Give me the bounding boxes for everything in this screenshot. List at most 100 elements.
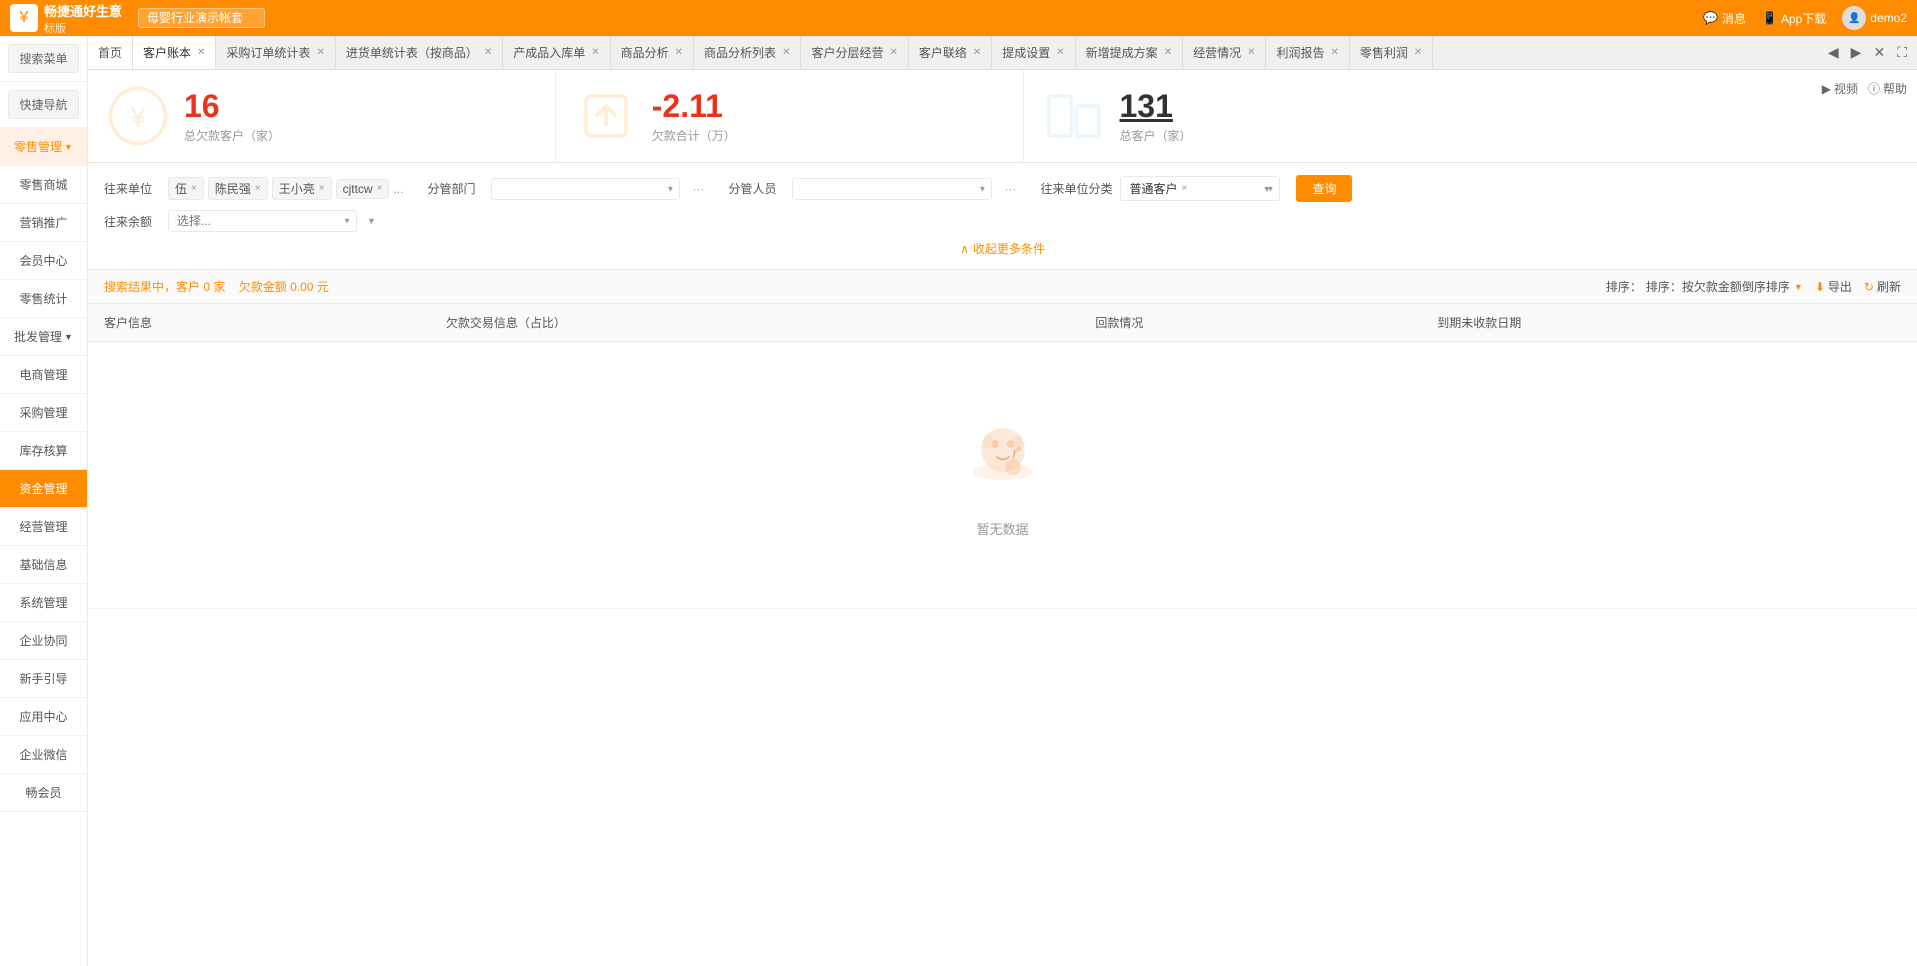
tab-purchase-order-stats[interactable]: 采购订单统计表 ✕ — [216, 36, 335, 70]
tab-close-inbound-stats[interactable]: ✕ — [484, 47, 492, 58]
empty-state: 暂无数据 — [104, 352, 1901, 598]
category-tag-close[interactable]: × — [1181, 183, 1187, 194]
chevron-down-icon-batch: ▼ — [64, 332, 73, 342]
tab-close-all-btn[interactable]: ✕ — [1869, 42, 1889, 63]
help-btn[interactable]: ⓘ 帮助 — [1868, 80, 1907, 97]
tab-product-analysis[interactable]: 商品分析 ✕ — [611, 36, 694, 70]
tab-promotion-settings[interactable]: 提成设置 ✕ — [992, 36, 1075, 70]
sidebar-item-new-guide[interactable]: 新手引导 — [0, 660, 87, 698]
tab-close-new-promotion[interactable]: ✕ — [1164, 47, 1172, 58]
message-btn[interactable]: 💬 消息 — [1703, 10, 1746, 27]
unit-tag-3: cjttcw × — [336, 179, 390, 199]
sidebar-item-basic-info[interactable]: 基础信息 — [0, 546, 87, 584]
tab-customer-segment[interactable]: 客户分层经营 ✕ — [801, 36, 908, 70]
tab-close-purchase-order-stats[interactable]: ✕ — [316, 47, 324, 58]
person-select-wrapper — [792, 178, 992, 200]
unit-tags: 伍 × 陈民强 × 王小亮 × cjttcw × — [168, 177, 403, 200]
balance-input[interactable] — [168, 210, 357, 232]
account-selector[interactable]: 母婴行业演示帐套 — [138, 8, 265, 28]
tab-close-promotion-settings[interactable]: ✕ — [1056, 47, 1064, 58]
th-customer-info: 客户信息 — [88, 304, 430, 342]
dept-input[interactable] — [491, 178, 680, 200]
sidebar: 搜索菜单 快捷导航 零售管理 ▼ 零售商城 营销推广 会员中心 零售统计 批发管… — [0, 36, 88, 966]
filter-section: 往来单位 伍 × 陈民强 × 王小亮 × — [88, 163, 1917, 270]
unit-tag-3-close[interactable]: × — [377, 183, 383, 194]
sidebar-item-retail-stats[interactable]: 零售统计 — [0, 280, 87, 318]
search-result-actions: 排序： 排序：按欠款金额倒序排序 ▼ ⬇ 导出 ↻ 刷新 — [1606, 278, 1901, 295]
tab-inbound-stats[interactable]: 进货单统计表（按商品） ✕ — [336, 36, 503, 70]
tab-close-production-inbound[interactable]: ✕ — [591, 47, 599, 58]
tab-new-promotion[interactable]: 新增提成方案 ✕ — [1076, 36, 1183, 70]
table-empty-row: 暂无数据 — [88, 342, 1917, 609]
tab-accounts-receivable[interactable]: 客户账本 ✕ — [133, 36, 216, 70]
tab-close-customer-contact[interactable]: ✕ — [973, 47, 981, 58]
top-header: ¥ 畅捷通好生意 标版 母婴行业演示帐套 💬 消息 📱 App下载 👤 demo… — [0, 0, 1917, 36]
person-input[interactable] — [792, 178, 992, 200]
quick-nav-btn[interactable]: 快捷导航 — [8, 90, 79, 119]
tab-close-accounts-receivable[interactable]: ✕ — [197, 47, 205, 58]
tab-close-product-analysis-list[interactable]: ✕ — [782, 47, 790, 58]
unit-tag-1-close[interactable]: × — [255, 183, 261, 194]
sidebar-item-wechat[interactable]: 企业微信 — [0, 736, 87, 774]
tab-production-inbound[interactable]: 产成品入库单 ✕ — [503, 36, 610, 70]
search-menu-btn[interactable]: 搜索菜单 — [8, 44, 79, 73]
user-area[interactable]: 👤 demo2 — [1842, 6, 1907, 30]
export-btn[interactable]: ⬇ 导出 — [1815, 278, 1852, 295]
unit-tag-0-close[interactable]: × — [191, 183, 197, 194]
quick-nav-section: 快捷导航 — [0, 82, 87, 128]
tab-home[interactable]: 首页 — [88, 36, 133, 70]
sidebar-item-marketing[interactable]: 营销推广 — [0, 204, 87, 242]
sidebar-item-enterprise[interactable]: 企业协同 — [0, 622, 87, 660]
sidebar-item-inventory[interactable]: 库存核算 — [0, 432, 87, 470]
th-debt-info: 欠款交易信息（占比） — [430, 304, 1080, 342]
sidebar-item-retail-mall[interactable]: 零售商城 — [0, 166, 87, 204]
sidebar-item-retail-mgmt[interactable]: 零售管理 ▼ — [0, 128, 87, 166]
tab-next-btn[interactable]: ▶ — [1847, 42, 1866, 63]
avatar: 👤 — [1842, 6, 1866, 30]
tab-business-status[interactable]: 经营情况 ✕ — [1183, 36, 1266, 70]
sidebar-item-system-mgmt[interactable]: 系统管理 — [0, 584, 87, 622]
sort-dropdown-icon[interactable]: ▼ — [1794, 282, 1803, 292]
phone-icon: 📱 — [1762, 11, 1777, 25]
tab-close-product-analysis[interactable]: ✕ — [675, 47, 683, 58]
sidebar-item-finance[interactable]: 资金管理 — [0, 470, 87, 508]
tab-close-retail-profit[interactable]: ✕ — [1414, 47, 1422, 58]
tab-close-customer-segment[interactable]: ✕ — [889, 47, 897, 58]
sidebar-search-section: 搜索菜单 — [0, 36, 87, 82]
search-result-bar: 搜索结果中，客户 0 家 欠款金额 0.00 元 排序： 排序：按欠款金额倒序排… — [88, 270, 1917, 304]
dept-select-wrapper — [491, 178, 680, 200]
tab-customer-contact[interactable]: 客户联络 ✕ — [909, 36, 992, 70]
tab-expand-btn[interactable]: ⛶ — [1893, 42, 1911, 63]
sidebar-item-purchase[interactable]: 采购管理 — [0, 394, 87, 432]
dept-dots[interactable]: ··· — [692, 182, 704, 196]
person-dots[interactable]: ··· — [1004, 182, 1016, 196]
tab-prev-btn[interactable]: ◀ — [1824, 42, 1843, 63]
empty-text: 暂无数据 — [976, 519, 1028, 538]
content-area: 首页 客户账本 ✕ 采购订单统计表 ✕ 进货单统计表（按商品） ✕ 产成品入库单… — [88, 36, 1917, 966]
category-dropdown-icon: ▼ — [1263, 184, 1272, 194]
tab-close-business-status[interactable]: ✕ — [1247, 47, 1255, 58]
stat-block-customers: ¥ 16 总欠款客户（家） — [88, 70, 556, 162]
stat-block-debt: -2.11 欠款合计（万） — [556, 70, 1024, 162]
query-btn[interactable]: 查询 — [1296, 175, 1352, 202]
tab-profit-report[interactable]: 利润报告 ✕ — [1266, 36, 1349, 70]
sidebar-item-member-center[interactable]: 会员中心 — [0, 242, 87, 280]
sidebar-item-batch-mgmt[interactable]: 批发管理 ▼ — [0, 318, 87, 356]
sidebar-item-ecommerce[interactable]: 电商管理 — [0, 356, 87, 394]
unit-tag-2-close[interactable]: × — [319, 183, 325, 194]
tab-retail-profit[interactable]: 零售利润 ✕ — [1350, 36, 1433, 70]
app-download-btn[interactable]: 📱 App下载 — [1762, 10, 1826, 27]
stats-bar: ¥ 16 总欠款客户（家） — [88, 70, 1917, 163]
tab-product-analysis-list[interactable]: 商品分析列表 ✕ — [694, 36, 801, 70]
sidebar-item-member[interactable]: 畅会员 — [0, 774, 87, 812]
tab-controls: ◀ ▶ ✕ ⛶ — [1818, 42, 1917, 63]
tab-close-profit-report[interactable]: ✕ — [1331, 47, 1339, 58]
unit-tag-1: 陈民强 × — [208, 177, 268, 200]
video-btn[interactable]: ▶ 视频 — [1822, 80, 1858, 97]
logo-icon: ¥ — [10, 4, 38, 32]
unit-more-btn[interactable]: ... — [393, 182, 403, 196]
collapse-btn[interactable]: ∧ 收起更多条件 — [104, 240, 1901, 257]
sidebar-item-app-center[interactable]: 应用中心 — [0, 698, 87, 736]
refresh-btn[interactable]: ↻ 刷新 — [1864, 278, 1901, 295]
sidebar-item-operations[interactable]: 经营管理 — [0, 508, 87, 546]
